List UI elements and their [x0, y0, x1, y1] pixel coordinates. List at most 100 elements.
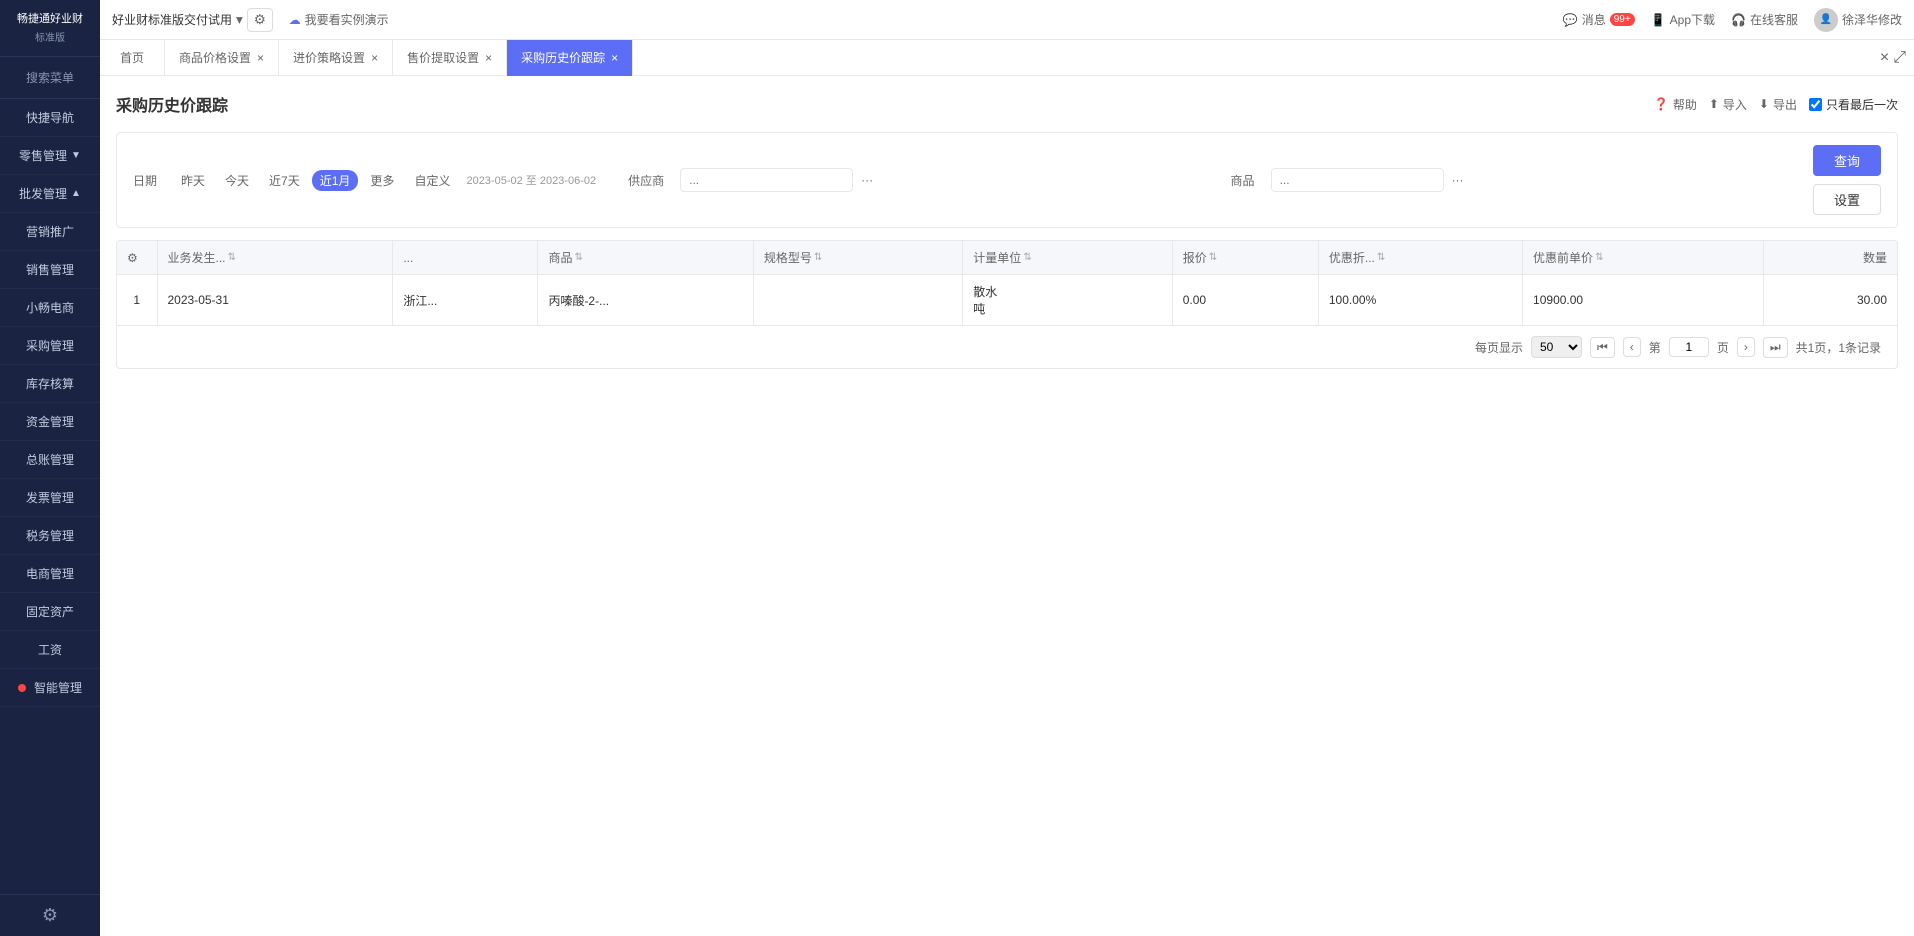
next-page-button[interactable]: ›	[1737, 337, 1755, 357]
sidebar-item-ecommerce[interactable]: 电商管理	[0, 555, 100, 593]
tab-purchase-history[interactable]: 采购历史价跟踪 ×	[507, 40, 633, 76]
goods-input-group: ···	[1271, 168, 1797, 192]
th-settings[interactable]: ⚙	[117, 241, 157, 275]
app-download-button[interactable]: 📱 App下载	[1651, 11, 1715, 28]
sort-date[interactable]: 业务发生... ⇅	[168, 249, 383, 266]
date-custom-btn[interactable]: 自定义	[406, 170, 458, 191]
th-price-label: 报价	[1183, 249, 1207, 266]
sort-original-price[interactable]: 优惠前单价 ⇅	[1533, 249, 1753, 266]
import-label: 导入	[1723, 96, 1747, 113]
product-dropdown-button[interactable]: ▾	[236, 12, 243, 28]
th-quantity[interactable]: 数量	[1764, 241, 1897, 275]
supplier-more[interactable]: ···	[861, 173, 873, 187]
first-page-button[interactable]: ⏮	[1590, 337, 1615, 358]
export-button[interactable]: ⬇ 导出	[1759, 96, 1797, 113]
sidebar-item-label: 智能管理	[34, 679, 82, 696]
sidebar-item-finance[interactable]: 资金管理	[0, 403, 100, 441]
sort-icon: ⇅	[1595, 252, 1603, 263]
th-unit[interactable]: 计量单位 ⇅	[963, 241, 1172, 275]
sort-spec[interactable]: 规格型号 ⇅	[764, 249, 952, 266]
messages-label: 消息	[1582, 11, 1606, 28]
th-extra[interactable]: ...	[393, 241, 538, 275]
sidebar: 畅捷通好业财 标准版 搜索菜单 快捷导航 零售管理 ▼ 批发管理 ▲ 营销推广 …	[0, 0, 100, 936]
settings-icon[interactable]: ⚙	[127, 251, 138, 265]
td-discount: 100.00%	[1318, 275, 1522, 326]
tab-sell-price[interactable]: 售价提取设置 ×	[393, 40, 507, 76]
goods-more[interactable]: ···	[1452, 173, 1464, 187]
online-service-button[interactable]: 🎧 在线客服	[1731, 11, 1798, 28]
th-unit-label: 计量单位	[973, 249, 1021, 266]
tab-purchase-price[interactable]: 进价策略设置 ×	[279, 40, 393, 76]
th-discount[interactable]: 优惠折... ⇅	[1318, 241, 1522, 275]
last-page-button[interactable]: ⏭	[1763, 337, 1788, 358]
sort-discount[interactable]: 优惠折... ⇅	[1329, 249, 1512, 266]
th-spec[interactable]: 规格型号 ⇅	[753, 241, 962, 275]
tab-close-button[interactable]: ×	[485, 52, 492, 64]
product-selector[interactable]: 好业财标准版交付试用 ▾ ⚙	[112, 8, 273, 32]
help-button[interactable]: ❓ 帮助	[1654, 96, 1697, 113]
td-original-price: 10900.00	[1523, 275, 1764, 326]
date-more-btn[interactable]: 更多	[362, 170, 402, 191]
per-page-select[interactable]: 50 100 200	[1531, 336, 1582, 358]
logo-text: 畅捷通好业财	[8, 12, 92, 27]
tab-close-button[interactable]: ×	[257, 52, 264, 64]
sidebar-item-ecommerce-small[interactable]: 小畅电商	[0, 289, 100, 327]
page-title: 采购历史价跟踪	[116, 92, 228, 116]
tab-label: 采购历史价跟踪	[521, 49, 605, 66]
date-7days-btn[interactable]: 近7天	[261, 170, 308, 191]
sidebar-item-purchase[interactable]: 采购管理	[0, 327, 100, 365]
only-last-checkbox[interactable]: 只看最后一次	[1809, 96, 1898, 113]
sidebar-item-marketing[interactable]: 营销推广	[0, 213, 100, 251]
th-price[interactable]: 报价 ⇅	[1172, 241, 1318, 275]
prev-page-button[interactable]: ‹	[1623, 337, 1641, 357]
sidebar-item-retail[interactable]: 零售管理 ▼	[0, 137, 100, 175]
sidebar-item-wholesale[interactable]: 批发管理 ▲	[0, 175, 100, 213]
sidebar-search-section: 搜索菜单	[0, 57, 100, 99]
messages-button[interactable]: 💬 消息 99+	[1563, 11, 1635, 28]
demo-link[interactable]: ☁ 我要看实例演示	[289, 11, 389, 28]
tab-home[interactable]: 首页	[100, 40, 165, 76]
tab-close-button[interactable]: ×	[611, 52, 618, 64]
per-page-label: 每页显示	[1475, 339, 1523, 356]
only-last-input[interactable]	[1809, 98, 1822, 111]
sidebar-item-salary[interactable]: 工资	[0, 631, 100, 669]
sidebar-item-label: 资金管理	[26, 413, 74, 430]
tabs-expand-button[interactable]: ⤢	[1893, 49, 1906, 67]
page-input[interactable]	[1669, 337, 1709, 357]
user-menu[interactable]: 👤 徐泽华修改	[1814, 8, 1902, 32]
supplier-input-group: ···	[680, 168, 1206, 192]
tab-goods-price[interactable]: 商品价格设置 ×	[165, 40, 279, 76]
import-icon: ⬆	[1709, 97, 1719, 111]
sidebar-item-invoice[interactable]: 发票管理	[0, 479, 100, 517]
messages-badge: 99+	[1610, 13, 1635, 26]
sidebar-item-tax[interactable]: 税务管理	[0, 517, 100, 555]
sort-price[interactable]: 报价 ⇅	[1183, 249, 1308, 266]
td-supplier: 浙江...	[393, 275, 538, 326]
tab-label: 售价提取设置	[407, 49, 479, 66]
sidebar-item-fixed-assets[interactable]: 固定资产	[0, 593, 100, 631]
supplier-input[interactable]	[680, 168, 853, 192]
topbar-settings-button[interactable]: ⚙	[247, 8, 273, 32]
sidebar-item-inventory[interactable]: 库存核算	[0, 365, 100, 403]
settings-button[interactable]: 设置	[1813, 184, 1881, 215]
quick-nav-label: 快捷导航	[26, 109, 74, 126]
sidebar-item-sales[interactable]: 销售管理	[0, 251, 100, 289]
th-date[interactable]: 业务发生... ⇅	[157, 241, 393, 275]
th-original-price[interactable]: 优惠前单价 ⇅	[1523, 241, 1764, 275]
tab-close-button[interactable]: ×	[371, 52, 378, 64]
search-menu-button[interactable]: 搜索菜单	[8, 65, 92, 90]
sort-goods[interactable]: 商品 ⇅	[548, 249, 742, 266]
sidebar-item-smart[interactable]: 智能管理	[0, 669, 100, 707]
sort-unit[interactable]: 计量单位 ⇅	[973, 249, 1161, 266]
import-button[interactable]: ⬆ 导入	[1709, 96, 1747, 113]
sidebar-item-ledger[interactable]: 总账管理	[0, 441, 100, 479]
sidebar-item-quick-nav[interactable]: 快捷导航	[0, 99, 100, 137]
tabs-close-button[interactable]: ×	[1880, 49, 1889, 67]
query-button[interactable]: 查询	[1813, 145, 1881, 176]
date-today-btn[interactable]: 今天	[217, 170, 257, 191]
date-yesterday-btn[interactable]: 昨天	[173, 170, 213, 191]
th-goods[interactable]: 商品 ⇅	[538, 241, 753, 275]
goods-input[interactable]	[1271, 168, 1444, 192]
sidebar-settings-button[interactable]: ⚙	[42, 905, 58, 926]
date-1month-btn[interactable]: 近1月	[312, 170, 359, 191]
